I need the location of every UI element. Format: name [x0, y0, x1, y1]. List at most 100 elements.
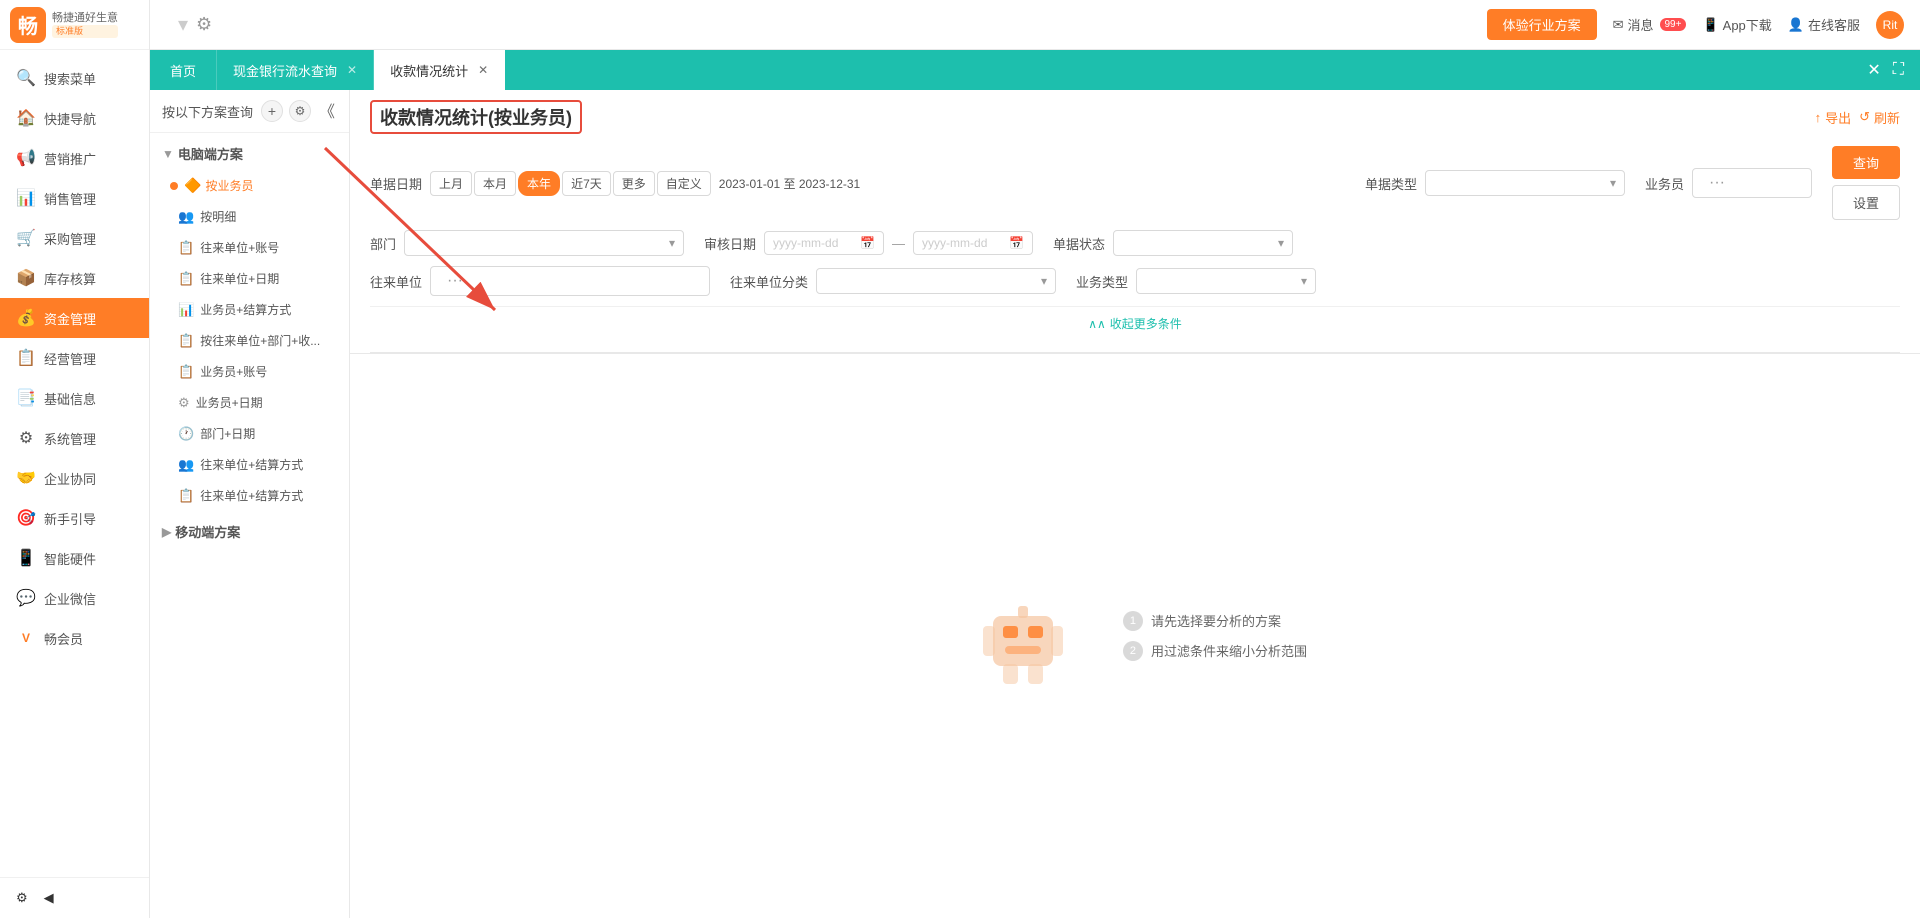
- salesperson-more-icon[interactable]: ···: [1705, 174, 1729, 192]
- sidebar-item-marketing[interactable]: 📢 营销推广: [0, 138, 149, 178]
- tree-item-desktop-scheme[interactable]: ▼ 电脑端方案: [150, 137, 349, 170]
- tree-item-by-salesperson[interactable]: 🔶 按业务员: [150, 170, 349, 201]
- sidebar-label-inventory: 库存核算: [44, 269, 96, 288]
- sidebar-item-purchase[interactable]: 🛒 采购管理: [0, 218, 149, 258]
- settings-button[interactable]: 设置: [1832, 185, 1900, 220]
- doc-type-dropdown[interactable]: ▾: [1425, 170, 1625, 196]
- sidebar-item-guide[interactable]: 🎯 新手引导: [0, 498, 149, 538]
- inventory-icon: 📦: [16, 268, 36, 288]
- sidebar-item-wechat[interactable]: 💬 企业微信: [0, 578, 149, 618]
- calendar-icon-end[interactable]: 📅: [1009, 236, 1024, 250]
- sidebar-item-operations[interactable]: 📋 经营管理: [0, 338, 149, 378]
- sidebar-item-enterprise[interactable]: 🤝 企业协同: [0, 458, 149, 498]
- salesperson-settlement-label: 业务员+结算方式: [200, 301, 291, 318]
- add-scheme-button[interactable]: +: [261, 100, 283, 122]
- partner-dept-label: 按往来单位+部门+收...: [200, 332, 320, 349]
- salesperson-account-label: 业务员+账号: [200, 363, 267, 380]
- sidebar-item-finance[interactable]: 💰 资金管理: [0, 298, 149, 338]
- tree-item-partner-date[interactable]: 📋 往来单位+日期: [150, 263, 349, 294]
- tree-item-mobile-scheme[interactable]: ▶ 移动端方案: [150, 515, 349, 548]
- date-btn-this-year[interactable]: 本年: [518, 171, 560, 196]
- trial-button[interactable]: 体验行业方案: [1487, 9, 1597, 40]
- page-header-actions: ↑ 导出 ↺ 刷新: [1815, 108, 1900, 127]
- date-btn-custom[interactable]: 自定义: [657, 171, 711, 196]
- message-button[interactable]: ✉ 消息 99+: [1613, 15, 1687, 34]
- dept-chevron-icon: ▾: [669, 236, 675, 250]
- salesperson-dropdown[interactable]: ···: [1692, 168, 1812, 198]
- tree-item-dept-date[interactable]: 🕐 部门+日期: [150, 418, 349, 449]
- source-category-dropdown[interactable]: ▾: [816, 268, 1056, 294]
- salesperson-label: 业务员: [1645, 174, 1684, 193]
- tree-item-partner-settlement1[interactable]: 👥 往来单位+结算方式: [150, 449, 349, 480]
- sidebar-item-search[interactable]: 🔍 搜索菜单: [0, 58, 149, 98]
- sidebar-label-system: 系统管理: [44, 429, 96, 448]
- tree-item-partner-account[interactable]: 📋 往来单位+账号: [150, 232, 349, 263]
- date-btn-more[interactable]: 更多: [613, 171, 655, 196]
- sidebar-item-quicknav[interactable]: 🏠 快捷导航: [0, 98, 149, 138]
- detail-icon: 👥: [178, 209, 194, 225]
- date-btn-this-month[interactable]: 本月: [474, 171, 516, 196]
- source-dropdown[interactable]: ···: [430, 266, 710, 296]
- collapse-filter-button[interactable]: ∧∧ 收起更多条件: [370, 306, 1900, 340]
- message-badge: 99+: [1660, 18, 1687, 31]
- sidebar-item-smarthw[interactable]: 📱 智能硬件: [0, 538, 149, 578]
- collapse-sidebar-icon[interactable]: ◀: [44, 890, 54, 906]
- tab-collection-close-icon[interactable]: ✕: [478, 63, 488, 77]
- audit-date-start[interactable]: yyyy-mm-dd 📅: [764, 231, 884, 255]
- sidebar-label-member: 畅会员: [44, 629, 83, 648]
- online-service-button[interactable]: 👤 在线客服: [1788, 15, 1860, 34]
- sidebar-item-member[interactable]: V 畅会员: [0, 618, 149, 658]
- audit-date-end[interactable]: yyyy-mm-dd 📅: [913, 231, 1033, 255]
- salesperson-scheme-label: 按业务员: [205, 177, 253, 194]
- maximize-window-icon[interactable]: ⛶: [1893, 61, 1904, 79]
- system-icon: ⚙: [16, 428, 36, 448]
- tree-item-partner-dept-collect[interactable]: 📋 按往来单位+部门+收...: [150, 325, 349, 356]
- date-btn-7days[interactable]: 近7天: [562, 171, 611, 196]
- tab-bank-label: 现金银行流水查询: [233, 61, 337, 80]
- biz-type-chevron-icon: ▾: [1301, 274, 1307, 288]
- tree-item-by-detail[interactable]: 👥 按明细: [150, 201, 349, 232]
- tree-toggle-desktop: ▼: [162, 147, 174, 161]
- calendar-icon-start[interactable]: 📅: [860, 236, 875, 250]
- tree-item-salesperson-settlement[interactable]: 📊 业务员+结算方式: [150, 294, 349, 325]
- user-avatar[interactable]: Rit: [1876, 11, 1904, 39]
- tree-item-salesperson-account[interactable]: 📋 业务员+账号: [150, 356, 349, 387]
- date-btn-last-month[interactable]: 上月: [430, 171, 472, 196]
- biz-type-dropdown[interactable]: ▾: [1136, 268, 1316, 294]
- sidebar-item-baseinfo[interactable]: 📑 基础信息: [0, 378, 149, 418]
- dept-dropdown[interactable]: ▾: [404, 230, 684, 256]
- tab-collection[interactable]: 收款情况统计 ✕: [374, 50, 505, 90]
- sidebar-label-enterprise: 企业协同: [44, 469, 96, 488]
- sidebar-item-inventory[interactable]: 📦 库存核算: [0, 258, 149, 298]
- baseinfo-icon: 📑: [16, 388, 36, 408]
- settings-footer-icon[interactable]: ⚙: [16, 890, 28, 906]
- sales-icon: 📊: [16, 188, 36, 208]
- tree-item-partner-settlement2[interactable]: 📋 往来单位+结算方式: [150, 480, 349, 511]
- tab-bank-close-icon[interactable]: ✕: [347, 63, 357, 77]
- partner-dept-icon: 📋: [178, 333, 194, 349]
- collapse-panel-button[interactable]: 《: [317, 100, 337, 120]
- close-window-icon[interactable]: ✕: [1867, 60, 1880, 80]
- sidebar-item-sales[interactable]: 📊 销售管理: [0, 178, 149, 218]
- scheme-settings-button[interactable]: ⚙: [289, 100, 311, 122]
- tab-bank[interactable]: 现金银行流水查询 ✕: [217, 50, 374, 90]
- sidebar-item-system[interactable]: ⚙ 系统管理: [0, 418, 149, 458]
- nav-chevron-icon[interactable]: ▾: [178, 12, 188, 37]
- salesperson-settlement-icon: 📊: [178, 302, 194, 318]
- tree-item-salesperson-date[interactable]: ⚙ 业务员+日期: [150, 387, 349, 418]
- doc-status-dropdown[interactable]: ▾: [1113, 230, 1293, 256]
- partner-account-label: 往来单位+账号: [200, 239, 279, 256]
- refresh-button[interactable]: ↺ 刷新: [1859, 108, 1900, 127]
- empty-state: 1 请先选择要分析的方案 2 用过滤条件来缩小分析范围: [350, 354, 1920, 918]
- filter-salesperson: 业务员 ···: [1645, 168, 1812, 198]
- app-download-button[interactable]: 📱 App下载: [1702, 15, 1771, 34]
- export-button[interactable]: ↑ 导出: [1815, 108, 1852, 127]
- step-2-num: 2: [1123, 641, 1143, 661]
- query-button[interactable]: 查询: [1832, 146, 1900, 179]
- filter-source: 往来单位 ···: [370, 266, 710, 296]
- gear-topbar-icon[interactable]: ⚙: [196, 14, 212, 35]
- source-more-icon[interactable]: ···: [443, 272, 467, 290]
- active-indicator: [170, 182, 178, 190]
- logo-title: 畅捷通好生意: [52, 11, 118, 25]
- tab-home[interactable]: 首页: [150, 50, 217, 90]
